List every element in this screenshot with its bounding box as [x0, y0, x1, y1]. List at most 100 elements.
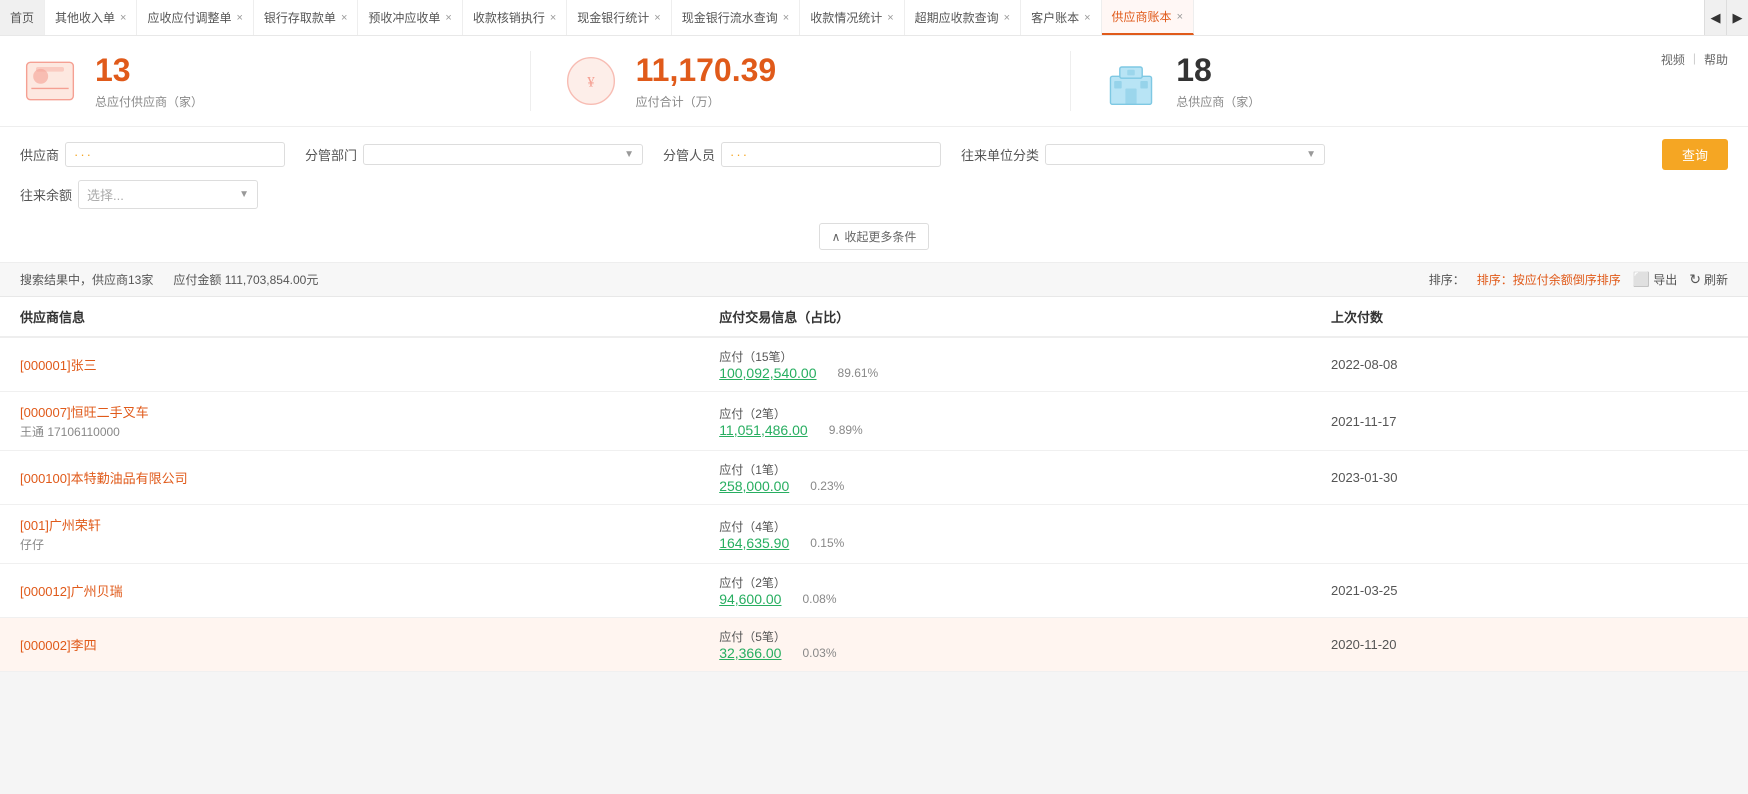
filter-row-2: 往来余额 选择... ▼ — [20, 180, 1728, 209]
tab-prepay-offset[interactable]: 预收冲应收单 × — [358, 0, 462, 35]
help-link[interactable]: 帮助 — [1704, 51, 1728, 68]
tab-cash-bank-flow[interactable]: 现金银行流水查询 × — [672, 0, 800, 35]
total-payable-value: 11,170.39 — [636, 52, 777, 89]
suppliers-payable-value: 13 — [95, 52, 203, 89]
person-dots: ··· — [730, 147, 749, 162]
filter-category: 往来单位分类 ▼ — [961, 144, 1325, 165]
refresh-icon: ↻ — [1689, 271, 1701, 288]
supplier-label: 供应商 — [20, 145, 59, 164]
close-icon[interactable]: × — [341, 12, 347, 24]
supplier-link[interactable]: [001]广州荣轩 — [20, 518, 101, 533]
table-row: [000002]李四 应付（5笔） 32,366.00 0.03% 2020-1… — [0, 618, 1748, 672]
tx-amount-link[interactable]: 258,000.00 — [719, 478, 789, 494]
balance-label: 往来余额 — [20, 185, 72, 204]
nav-arrows: ◀ ▶ — [1704, 0, 1748, 36]
last-pay-date: 2020-11-20 — [1331, 637, 1397, 652]
refresh-button[interactable]: ↻ 刷新 — [1689, 271, 1728, 288]
tx-label: 应付（5笔） — [719, 628, 1291, 645]
person-label: 分管人员 — [663, 145, 715, 164]
close-icon[interactable]: × — [445, 12, 451, 24]
tab-collection-verify[interactable]: 收款核销执行 × — [463, 0, 567, 35]
tx-label: 应付（2笔） — [719, 574, 1291, 591]
balance-input[interactable]: 选择... ▼ — [78, 180, 258, 209]
person-input[interactable]: ··· — [721, 142, 941, 167]
close-icon[interactable]: × — [120, 12, 126, 24]
links-divider: | — [1693, 51, 1696, 65]
tx-info-cell: 应付（4笔） 164,635.90 0.15% — [699, 505, 1311, 564]
close-icon[interactable]: × — [654, 12, 660, 24]
dept-input[interactable]: ▼ — [363, 144, 643, 165]
supplier-table: 供应商信息 应付交易信息（占比） 上次付数 [000001]张三 应付（15笔）… — [0, 297, 1748, 672]
last-pay-cell: 2023-01-30 — [1311, 451, 1748, 505]
summary-text-total-suppliers: 18 总供应商（家） — [1176, 52, 1260, 110]
tx-percent: 0.15% — [810, 536, 844, 550]
category-arrow-down-icon: ▼ — [1306, 149, 1316, 160]
tx-info: 应付（4笔） 164,635.90 0.15% — [719, 518, 1291, 551]
total-suppliers-label: 总供应商（家） — [1176, 93, 1260, 110]
nav-next-arrow[interactable]: ▶ — [1726, 0, 1748, 36]
export-icon: ⬜ — [1633, 271, 1650, 288]
tab-collection-stats[interactable]: 收款情况统计 × — [800, 0, 904, 35]
close-icon[interactable]: × — [1084, 12, 1090, 24]
tx-amount-link[interactable]: 94,600.00 — [719, 591, 781, 607]
collapse-button[interactable]: ∧ 收起更多条件 — [819, 223, 930, 250]
tab-ar-ap-adjust[interactable]: 应收应付调整单 × — [137, 0, 253, 35]
tx-amount-link[interactable]: 100,092,540.00 — [719, 365, 816, 381]
close-icon[interactable]: × — [236, 12, 242, 24]
summary-text-total-payable: 11,170.39 应付合计（万） — [636, 52, 777, 110]
close-icon[interactable]: × — [1004, 12, 1010, 24]
tx-info: 应付（2笔） 11,051,486.00 9.89% — [719, 405, 1291, 438]
result-actions: 排序： 排序：按应付余额倒序排序 ⬜ 导出 ↻ 刷新 — [1429, 271, 1728, 288]
supplier-link[interactable]: [000007]恒旺二手叉车 — [20, 405, 149, 420]
supplier-dots: ··· — [74, 147, 93, 162]
tx-amount-link[interactable]: 11,051,486.00 — [719, 422, 808, 438]
tx-info: 应付（2笔） 94,600.00 0.08% — [719, 574, 1291, 607]
export-button[interactable]: ⬜ 导出 — [1633, 271, 1677, 288]
tx-info-cell: 应付（2笔） 94,600.00 0.08% — [699, 564, 1311, 618]
tab-overdue-ar[interactable]: 超期应收款查询 × — [905, 0, 1021, 35]
last-pay-date: 2021-11-17 — [1331, 414, 1397, 429]
close-icon[interactable]: × — [550, 12, 556, 24]
tab-supplier-ledger[interactable]: 供应商账本 × — [1102, 0, 1194, 35]
close-icon[interactable]: × — [887, 12, 893, 24]
tx-label: 应付（1笔） — [719, 461, 1291, 478]
table-header-row: 供应商信息 应付交易信息（占比） 上次付数 — [0, 297, 1748, 337]
sort-label: 排序： — [1429, 271, 1465, 288]
tab-home[interactable]: 首页 — [0, 0, 45, 35]
supplier-link[interactable]: [000002]李四 — [20, 638, 97, 653]
supplier-count: 搜索结果中，供应商13家 — [20, 271, 153, 288]
total-amount: 应付金额 111,703,854.00元 — [173, 271, 318, 288]
total-payable-label: 应付合计（万） — [636, 93, 777, 110]
supplier-link[interactable]: [000100]本特勤油品有限公司 — [20, 471, 188, 486]
refresh-label: 刷新 — [1704, 271, 1728, 288]
tx-info-cell: 应付（2笔） 11,051,486.00 9.89% — [699, 392, 1311, 451]
close-icon[interactable]: × — [1177, 11, 1183, 23]
close-icon[interactable]: × — [783, 12, 789, 24]
supplier-input[interactable]: ··· — [65, 142, 285, 167]
query-button[interactable]: 查询 — [1662, 139, 1728, 170]
filter-supplier: 供应商 ··· — [20, 142, 285, 167]
tx-label: 应付（15笔） — [719, 348, 1291, 365]
nav-prev-arrow[interactable]: ◀ — [1704, 0, 1726, 36]
tx-percent: 0.23% — [810, 479, 844, 493]
category-input[interactable]: ▼ — [1045, 144, 1325, 165]
tab-customer-ledger[interactable]: 客户账本 × — [1021, 0, 1101, 35]
tx-amount-link[interactable]: 164,635.90 — [719, 535, 789, 551]
tx-amount-link[interactable]: 32,366.00 — [719, 645, 781, 661]
supplier-cell: [000012]广州贝瑞 — [0, 564, 699, 618]
tab-other-income[interactable]: 其他收入单 × — [45, 0, 137, 35]
video-link[interactable]: 视频 — [1661, 51, 1685, 68]
tab-cash-bank-stats[interactable]: 现金银行统计 × — [567, 0, 671, 35]
collapse-up-icon: ∧ — [832, 230, 841, 244]
supplier-link[interactable]: [000001]张三 — [20, 358, 97, 373]
last-pay-cell: 2021-11-17 — [1311, 392, 1748, 451]
tab-bank-deposit[interactable]: 银行存取款单 × — [254, 0, 358, 35]
summary-card-total-suppliers: 18 总供应商（家） — [1101, 51, 1611, 111]
supplier-cell: [001]广州荣轩 仔仔 — [0, 505, 699, 564]
sort-value[interactable]: 排序：按应付余额倒序排序 — [1477, 271, 1621, 288]
suppliers-payable-icon — [20, 51, 80, 111]
last-pay-cell — [1311, 505, 1748, 564]
result-bar: 搜索结果中，供应商13家 应付金额 111,703,854.00元 排序： 排序… — [0, 263, 1748, 297]
top-navigation: 首页 其他收入单 × 应收应付调整单 × 银行存取款单 × 预收冲应收单 × 收… — [0, 0, 1748, 36]
supplier-link[interactable]: [000012]广州贝瑞 — [20, 584, 123, 599]
